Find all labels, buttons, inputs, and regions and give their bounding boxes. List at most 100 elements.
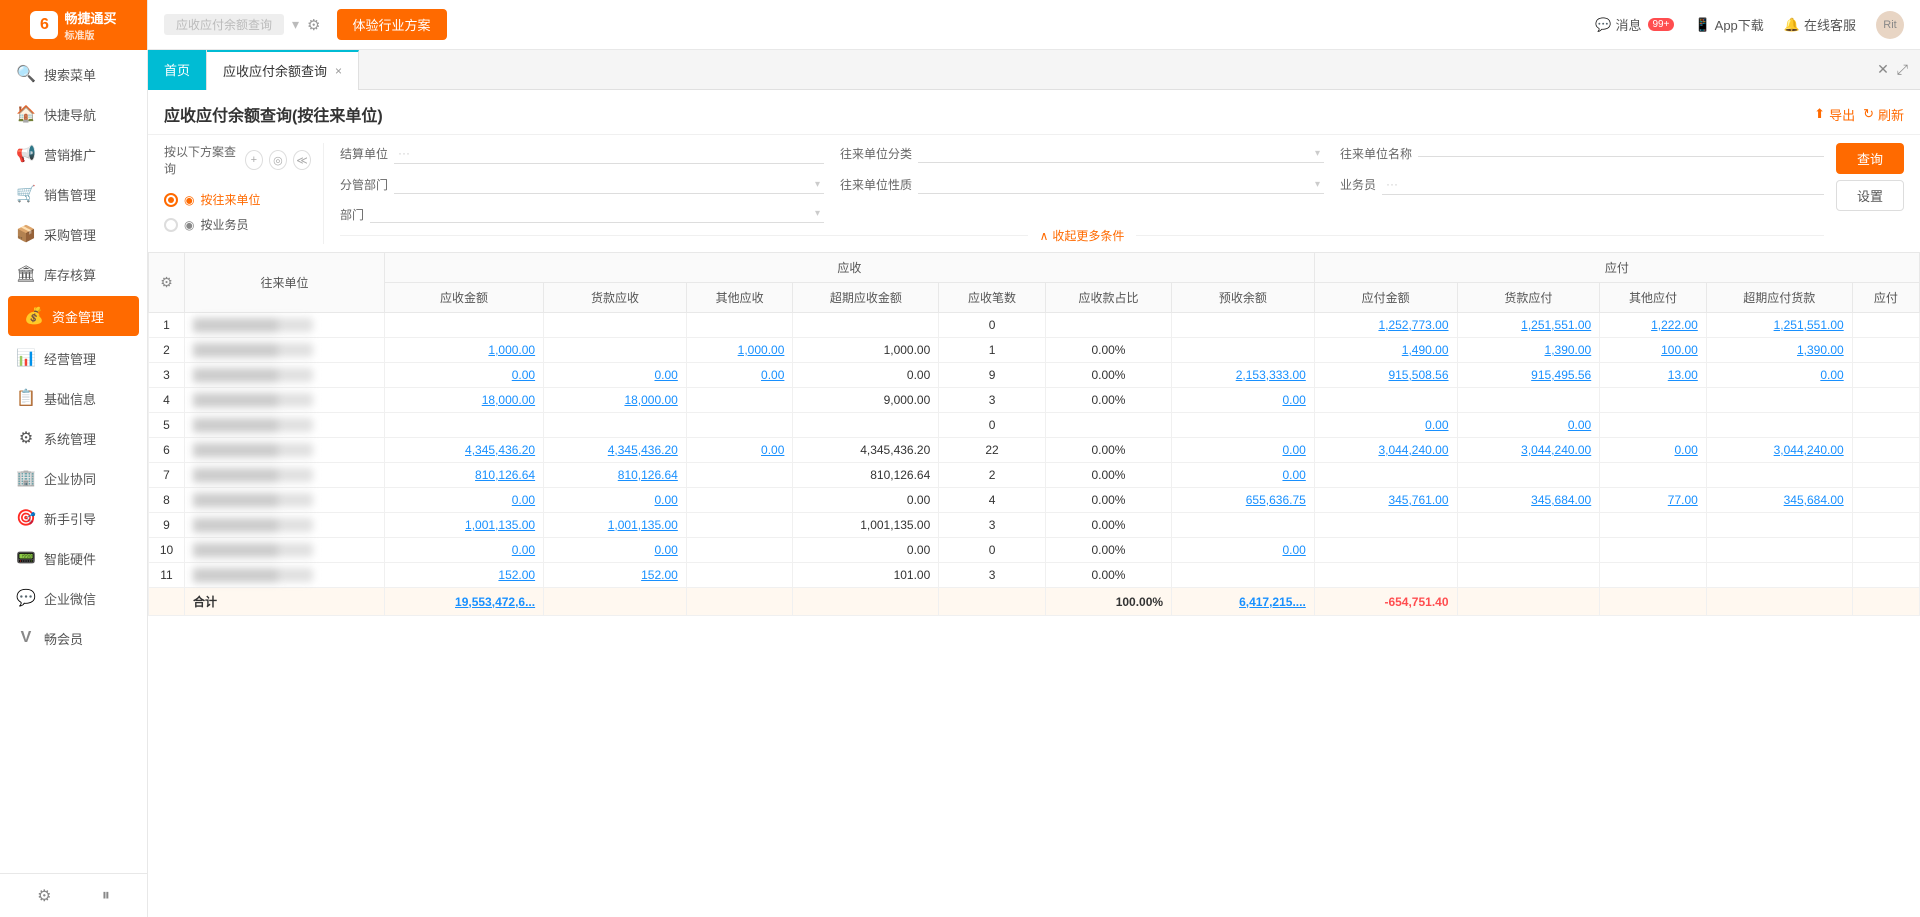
option-by-unit[interactable]: ◉ 按往来单位 — [164, 187, 311, 212]
sidebar-item-basic[interactable]: 📋 基础信息 — [0, 378, 147, 418]
total-rec-prepay[interactable]: 6,417,215.... — [1172, 588, 1315, 616]
hardware-icon: 📟 — [16, 548, 36, 568]
sidebar-item-label: 企业微信 — [44, 589, 96, 608]
finance-icon: 💰 — [24, 306, 44, 326]
add-scheme-btn[interactable]: + — [245, 150, 263, 170]
refresh-button[interactable]: ↻ 刷新 — [1863, 105, 1904, 124]
partner-cell: ██████████ — [185, 388, 385, 413]
enterprise-icon: 🏢 — [16, 468, 36, 488]
tab-home[interactable]: 首页 — [148, 50, 207, 90]
th-rec-prepay: 预收余额 — [1172, 283, 1315, 313]
partner-cell: ██████████ — [185, 438, 385, 463]
tab-bar: 首页 应收应付余额查询 × ✕ ⤢ — [148, 50, 1920, 90]
sidebar-item-sales[interactable]: 🛒 销售管理 — [0, 174, 147, 214]
search-mode-panel: 按以下方案查询 + ◎ ≪ ◉ 按往来单位 ◉ 按业务员 — [164, 143, 324, 244]
sidebar-item-label: 营销推广 — [44, 145, 96, 164]
sidebar-item-wechat[interactable]: 💬 企业微信 — [0, 578, 147, 618]
collapse-btn[interactable]: ∧ 收起更多条件 — [1028, 227, 1137, 244]
partner-cell: ██████████ — [185, 488, 385, 513]
partner-cell: ██████████ — [185, 463, 385, 488]
table-row: 5██████████00.000.00 — [149, 413, 1920, 438]
th-rec-amount: 应收金额 — [385, 283, 544, 313]
tab-window-btns: ✕ ⤢ — [1877, 61, 1920, 78]
sidebar-item-label: 企业协同 — [44, 469, 96, 488]
tab-expand-icon[interactable]: ⤢ — [1897, 61, 1908, 78]
header-gear-icon[interactable]: ⚙ — [307, 16, 320, 34]
search-mode-label: 按以下方案查询 — [164, 143, 239, 177]
field-unit-nature-input[interactable]: ▾ — [918, 176, 1324, 194]
member-icon: V — [16, 628, 36, 648]
sidebar-item-label: 新手引导 — [44, 509, 96, 528]
sidebar-item-label: 销售管理 — [44, 185, 96, 204]
message-icon: 💬 — [1595, 17, 1611, 33]
settings-button[interactable]: 设置 — [1836, 180, 1904, 211]
field-settlement-unit: 结算单位 ··· — [340, 143, 824, 164]
sidebar-item-label: 搜索菜单 — [44, 65, 96, 84]
query-button[interactable]: 查询 — [1836, 143, 1904, 174]
table-row: 3██████████0.000.000.000.0090.00%2,153,3… — [149, 363, 1920, 388]
option-by-staff[interactable]: ◉ 按业务员 — [164, 212, 311, 237]
sidebar-item-shortcut[interactable]: 🏠 快捷导航 — [0, 94, 147, 134]
field-dept-input[interactable]: ▾ — [394, 176, 824, 194]
field-salesperson-input[interactable]: ··· — [1382, 174, 1824, 195]
table-row: 1██████████01,252,773.001,251,551.001,22… — [149, 313, 1920, 338]
export-button[interactable]: ⬆ 导出 — [1814, 105, 1855, 124]
th-rec-ratio: 应收款占比 — [1045, 283, 1171, 313]
inventory-icon: 🏛 — [16, 264, 36, 284]
app-download-btn[interactable]: 📱 App下载 — [1694, 15, 1763, 34]
field-department: 部门 ▾ — [340, 205, 824, 223]
sidebar-item-marketing[interactable]: 📢 营销推广 — [0, 134, 147, 174]
collapse-scheme-btn[interactable]: ≪ — [293, 150, 311, 170]
tab-close-icon[interactable]: × — [335, 64, 342, 78]
field-unit-category-label: 往来单位分类 — [840, 145, 912, 162]
total-label: 合计 — [185, 588, 385, 616]
action-buttons: 查询 设置 — [1836, 143, 1904, 244]
dropdown-icon4: ▾ — [815, 208, 820, 219]
messages-btn[interactable]: 💬 消息 99+ — [1595, 15, 1674, 34]
field-settlement-unit-input[interactable]: ··· — [394, 143, 824, 164]
sidebar-item-inventory[interactable]: 🏛 库存核算 — [0, 254, 147, 294]
sidebar-item-operations[interactable]: 📊 经营管理 — [0, 338, 147, 378]
table-settings-icon[interactable]: ⚙ — [160, 274, 173, 290]
user-avatar-area[interactable]: Rit — [1876, 11, 1904, 39]
dropdown-icon: ▾ — [1315, 148, 1320, 159]
sales-icon: 🛒 — [16, 184, 36, 204]
dropdown-icon2: ▾ — [815, 179, 820, 190]
sidebar-item-purchase[interactable]: 📦 采购管理 — [0, 214, 147, 254]
sidebar-item-search[interactable]: 🔍 搜索菜单 — [0, 54, 147, 94]
header-dropdown-icon[interactable]: ▾ — [292, 16, 299, 33]
header-right: 💬 消息 99+ 📱 App下载 🔔 在线客服 Rit — [1595, 11, 1904, 39]
sidebar-item-guide[interactable]: 🎯 新手引导 — [0, 498, 147, 538]
page-container: 应收应付余额查询(按往来单位) ⬆ 导出 ↻ 刷新 按以下方案查询 + ◎ — [148, 90, 1920, 917]
online-service-btn[interactable]: 🔔 在线客服 — [1784, 15, 1856, 34]
salesperson-dots: ··· — [1386, 177, 1398, 191]
field-unit-name-label: 往来单位名称 — [1340, 145, 1412, 162]
field-unit-name-input[interactable] — [1418, 150, 1824, 157]
page-title: 应收应付余额查询(按往来单位) — [164, 102, 383, 126]
tab-current[interactable]: 应收应付余额查询 × — [207, 50, 359, 90]
trial-button[interactable]: 体验行业方案 — [337, 9, 447, 40]
sidebar-item-enterprise[interactable]: 🏢 企业协同 — [0, 458, 147, 498]
footer-collapse-icon[interactable]: ⏸ — [102, 887, 110, 905]
field-department-input[interactable]: ▾ — [370, 205, 824, 223]
field-unit-category-input[interactable]: ▾ — [918, 145, 1324, 163]
system-icon: ⚙ — [16, 428, 36, 448]
edit-scheme-btn[interactable]: ◎ — [269, 150, 287, 170]
sidebar-item-finance[interactable]: 💰 资金管理 — [8, 296, 139, 336]
total-rec-amount[interactable]: 19,553,472,6... — [385, 588, 544, 616]
dropdown-icon3: ▾ — [1315, 179, 1320, 190]
partner-cell: ██████████ — [185, 413, 385, 438]
footer-settings-icon[interactable]: ⚙ — [37, 886, 51, 906]
tab-close-window-icon[interactable]: ✕ — [1877, 61, 1889, 78]
sidebar-item-system[interactable]: ⚙ 系统管理 — [0, 418, 147, 458]
partner-cell: ██████████ — [185, 338, 385, 363]
table-row: 2██████████1,000.001,000.001,000.0010.00… — [149, 338, 1920, 363]
total-rec-ratio: 100.00% — [1045, 588, 1171, 616]
logo-icon: 6 — [30, 11, 58, 39]
partner-cell: ██████████ — [185, 563, 385, 588]
sidebar-item-hardware[interactable]: 📟 智能硬件 — [0, 538, 147, 578]
sidebar-item-member[interactable]: V 畅会员 — [0, 618, 147, 658]
th-pay-tail: 应付 — [1852, 283, 1919, 313]
total-pay-amount: -654,751.40 — [1314, 588, 1457, 616]
sidebar-item-label: 快捷导航 — [44, 105, 96, 124]
